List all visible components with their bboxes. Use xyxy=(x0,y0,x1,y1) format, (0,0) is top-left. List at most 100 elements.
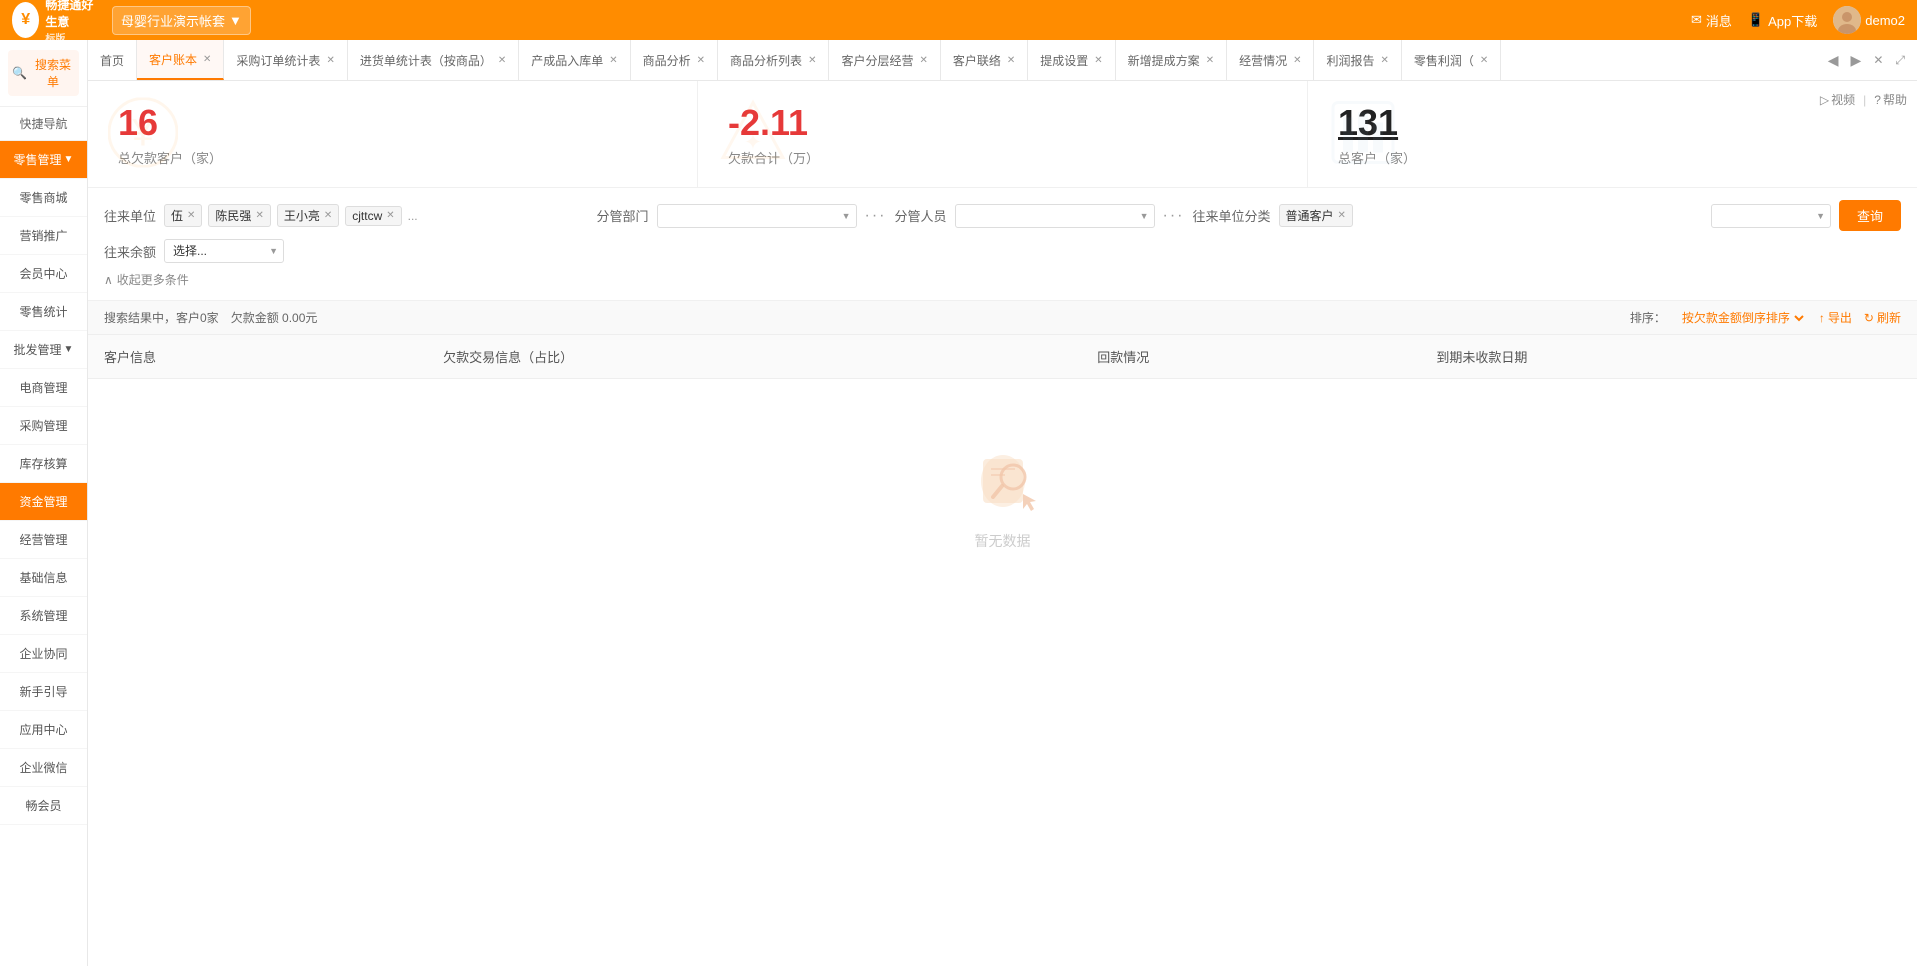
page-inner: ¥ 16 总欠款客户（家） ✦ -2.11 欠款合计（万） xyxy=(88,81,1917,966)
tab-close-purchase-order[interactable]: ✕ xyxy=(326,55,334,66)
help-icon: ? xyxy=(1874,93,1881,107)
main-layout: 🔍 搜索菜单 快捷导航 零售管理 ▼ 零售商城 营销推广 会员中心 零售统计 xyxy=(0,40,1917,966)
data-table: 客户信息 欠款交易信息（占比） 回款情况 到期未收款日期 xyxy=(88,335,1917,611)
search-menu-button[interactable]: 🔍 搜索菜单 xyxy=(8,50,79,96)
tab-customer-segment[interactable]: 客户分层经营 ✕ xyxy=(829,40,940,80)
tab-close-production-storage[interactable]: ✕ xyxy=(609,55,617,66)
svg-text:✦: ✦ xyxy=(744,130,762,155)
col-due-date: 到期未收款日期 xyxy=(1420,335,1917,379)
tab-customer-contact[interactable]: 客户联络 ✕ xyxy=(941,40,1028,80)
sidebar-item-retail-mgmt[interactable]: 零售管理 ▼ xyxy=(0,141,87,179)
message-btn[interactable]: ✉ 消息 xyxy=(1691,11,1732,30)
top-bar-right: ✉ 消息 📱 App下载 demo2 xyxy=(1691,6,1905,34)
tab-add-promo-plan[interactable]: 新增提成方案 ✕ xyxy=(1116,40,1227,80)
app-download-btn[interactable]: 📱 App下载 xyxy=(1748,11,1817,30)
unit-tag-0-close[interactable]: ✕ xyxy=(187,210,195,221)
query-button[interactable]: 查询 xyxy=(1839,200,1901,231)
play-icon: ▷ xyxy=(1820,93,1829,107)
collapse-button[interactable]: ∧ 收起更多条件 xyxy=(104,271,1901,288)
more-tags-btn[interactable]: ... xyxy=(408,209,418,223)
tab-expand-button[interactable]: ⤢ xyxy=(1891,51,1909,70)
tab-production-storage[interactable]: 产成品入库单 ✕ xyxy=(519,40,630,80)
tab-close-add-promo-plan[interactable]: ✕ xyxy=(1206,55,1214,66)
unit-class-tags-wrap: 普通客户 ✕ xyxy=(1279,204,1703,227)
sidebar-item-inventory[interactable]: 库存核算 xyxy=(0,445,87,483)
tab-close-promo-settings[interactable]: ✕ xyxy=(1094,55,1102,66)
sidebar-item-ecommerce-mgmt[interactable]: 电商管理 xyxy=(0,369,87,407)
refresh-btn[interactable]: ↻ 刷新 xyxy=(1864,309,1901,326)
empty-state: 暂无数据 xyxy=(88,379,1917,611)
user-profile-btn[interactable]: demo2 xyxy=(1833,6,1905,34)
video-help-area: ▷ 视频 | ? 帮助 xyxy=(1820,91,1907,108)
sort-select[interactable]: 按欠款金额倒序排序 xyxy=(1678,310,1807,326)
company-selector[interactable]: 母婴行业演示帐套 ▼ xyxy=(112,6,251,35)
sidebar-item-enterprise-collab[interactable]: 企业协同 xyxy=(0,635,87,673)
tab-prev-button[interactable]: ◀ xyxy=(1824,50,1843,71)
sidebar-item-app-center[interactable]: 应用中心 xyxy=(0,711,87,749)
tab-close-operation-status[interactable]: ✕ xyxy=(1293,55,1301,66)
person-select[interactable] xyxy=(955,204,1155,228)
tab-close-incoming-stats[interactable]: ✕ xyxy=(498,55,506,66)
sidebar-item-retail-stats[interactable]: 零售统计 xyxy=(0,293,87,331)
person-more-btn[interactable]: ··· xyxy=(1163,207,1185,225)
tab-product-analysis-list[interactable]: 商品分析列表 ✕ xyxy=(718,40,829,80)
quick-nav-link[interactable]: 快捷导航 xyxy=(8,115,79,132)
sidebar-item-purchase-mgmt[interactable]: 采购管理 xyxy=(0,407,87,445)
tab-incoming-stats[interactable]: 进货单统计表（按商品） ✕ xyxy=(348,40,519,80)
sidebar-item-ops-mgmt[interactable]: 经营管理 xyxy=(0,521,87,559)
tab-customer-book[interactable]: 客户账本 ✕ xyxy=(137,40,224,80)
tab-close-customer-book[interactable]: ✕ xyxy=(203,54,211,65)
collapse-area: ∧ 收起更多条件 xyxy=(104,271,1901,288)
unit-tag-3-close[interactable]: ✕ xyxy=(386,210,394,221)
dept-more-btn[interactable]: ··· xyxy=(865,207,887,225)
unit-tag-1-close[interactable]: ✕ xyxy=(255,210,263,221)
tab-close-product-analysis[interactable]: ✕ xyxy=(697,55,705,66)
sidebar-item-wholesale-mgmt[interactable]: 批发管理 ▼ xyxy=(0,331,87,369)
unit-tag-0: 伍 ✕ xyxy=(164,204,202,227)
sidebar-item-basic-info[interactable]: 基础信息 xyxy=(0,559,87,597)
tab-close-customer-segment[interactable]: ✕ xyxy=(919,55,927,66)
tab-home[interactable]: 首页 xyxy=(88,40,137,80)
tab-close-customer-contact[interactable]: ✕ xyxy=(1007,55,1015,66)
unit-tag-2-close[interactable]: ✕ xyxy=(324,210,332,221)
sidebar-item-member-center[interactable]: 会员中心 xyxy=(0,255,87,293)
tab-close-product-analysis-list[interactable]: ✕ xyxy=(808,55,816,66)
balance-select[interactable]: 选择... xyxy=(164,239,284,263)
sidebar-item-retail-mall[interactable]: 零售商城 xyxy=(0,179,87,217)
table-body: 暂无数据 xyxy=(88,379,1917,612)
unit-class-tag-0-close[interactable]: ✕ xyxy=(1338,210,1346,221)
tab-retail-profit[interactable]: 零售利润（ ✕ xyxy=(1402,40,1501,80)
search-icon: 🔍 xyxy=(12,66,27,80)
sidebar-item-member[interactable]: 畅会员 xyxy=(0,787,87,825)
tab-product-analysis[interactable]: 商品分析 ✕ xyxy=(631,40,718,80)
balance-filter-label: 往来余额 xyxy=(104,242,156,261)
unit-tag-3: cjttcw ✕ xyxy=(345,206,401,226)
avatar xyxy=(1833,6,1861,34)
export-icon: ↑ xyxy=(1819,311,1825,325)
sidebar-item-sys-mgmt[interactable]: 系统管理 xyxy=(0,597,87,635)
tab-promo-settings[interactable]: 提成设置 ✕ xyxy=(1028,40,1115,80)
sidebar-item-enterprise-wechat[interactable]: 企业微信 xyxy=(0,749,87,787)
tab-operation-status[interactable]: 经营情况 ✕ xyxy=(1227,40,1314,80)
sidebar-item-newcomer-guide[interactable]: 新手引导 xyxy=(0,673,87,711)
empty-icon xyxy=(963,439,1043,519)
dept-select[interactable] xyxy=(657,204,857,228)
help-link[interactable]: ? 帮助 xyxy=(1874,91,1907,108)
tab-profit-report[interactable]: 利润报告 ✕ xyxy=(1314,40,1401,80)
filter-area: 往来单位 伍 ✕ 陈民强 ✕ xyxy=(88,188,1917,301)
export-btn[interactable]: ↑ 导出 xyxy=(1819,309,1852,326)
unit-class-select[interactable] xyxy=(1711,204,1831,228)
tab-close-retail-profit[interactable]: ✕ xyxy=(1480,55,1488,66)
video-link[interactable]: ▷ 视频 xyxy=(1820,91,1855,108)
stat-total-customers: 131 总客户（家） ▷ 视频 | ? xyxy=(1307,81,1917,187)
sidebar-item-marketing[interactable]: 营销推广 xyxy=(0,217,87,255)
sidebar-item-finance-mgmt[interactable]: 资金管理 xyxy=(0,483,87,521)
refresh-icon: ↻ xyxy=(1864,311,1874,325)
tab-close-all-button[interactable]: ✕ xyxy=(1869,51,1887,69)
tab-close-profit-report[interactable]: ✕ xyxy=(1381,55,1389,66)
tab-purchase-order[interactable]: 采购订单统计表 ✕ xyxy=(224,40,347,80)
tab-next-button[interactable]: ▶ xyxy=(1847,50,1866,71)
col-customer-info: 客户信息 xyxy=(88,335,427,379)
filter-row-1: 往来单位 伍 ✕ 陈民强 ✕ xyxy=(104,200,1901,231)
stats-bar: ¥ 16 总欠款客户（家） ✦ -2.11 欠款合计（万） xyxy=(88,81,1917,188)
